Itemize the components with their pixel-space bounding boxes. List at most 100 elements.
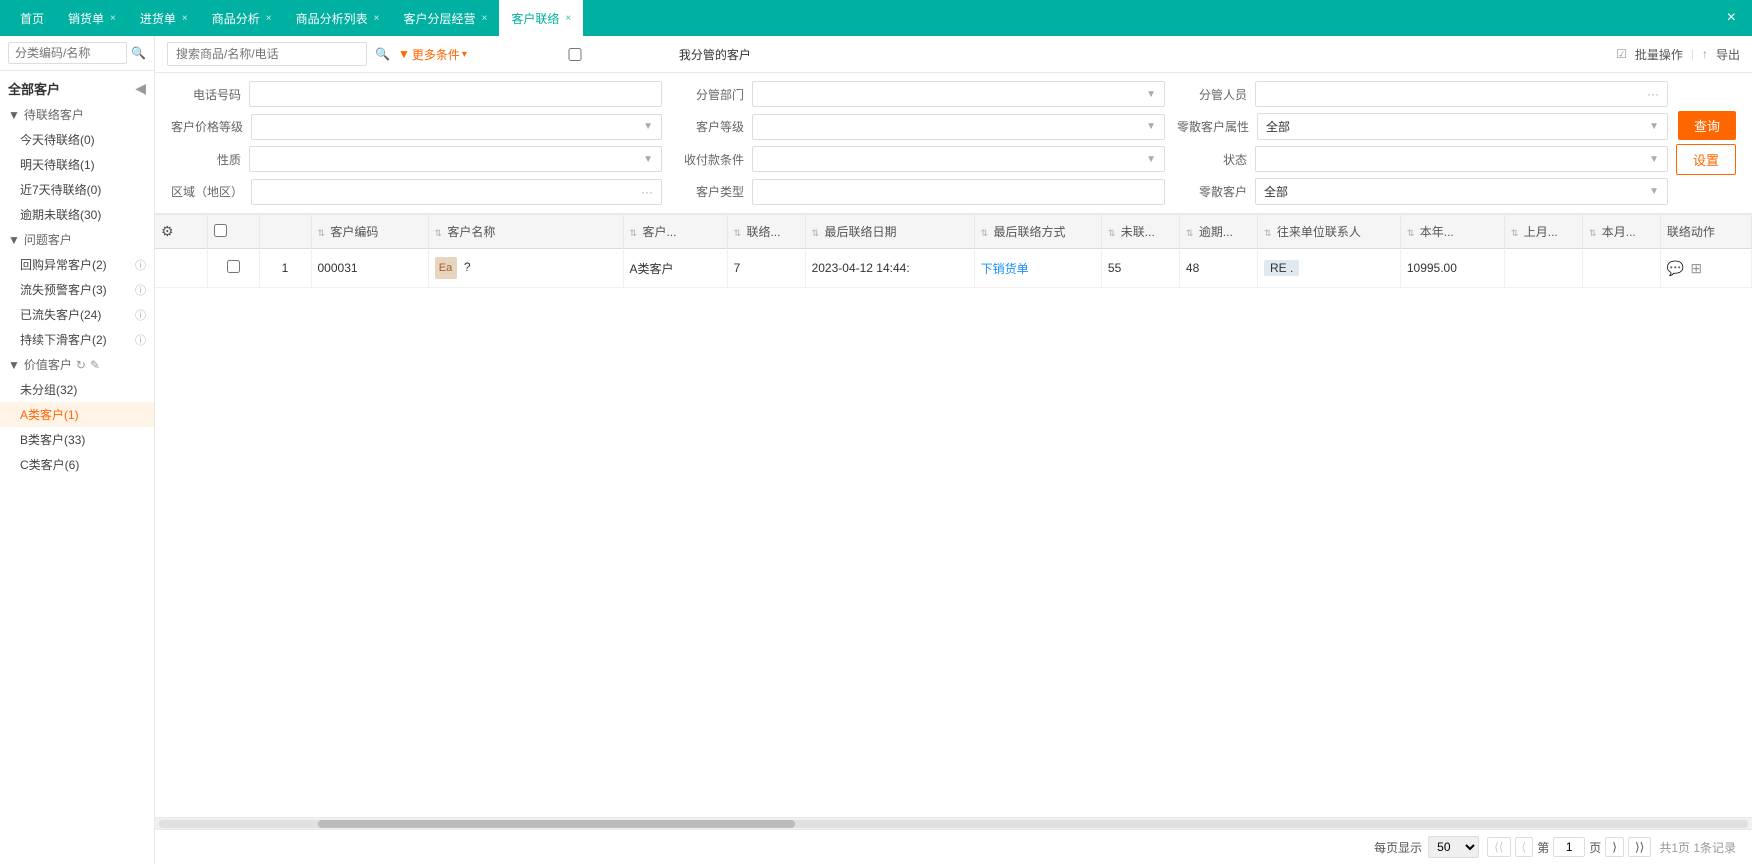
col-thisyear-header[interactable]: ⇅ 本年... <box>1400 215 1504 249</box>
my-customers-check[interactable] <box>475 48 675 61</box>
retail-attr-chevron-icon: ▼ <box>1649 121 1659 132</box>
per-page-container: 每页显示 50 100 200 <box>1374 836 1479 858</box>
sidebar-item-today[interactable]: 今天待联络(0) <box>0 127 154 152</box>
close-customer-contact-icon[interactable]: × <box>565 13 571 24</box>
sidebar-item-declining[interactable]: 持续下滑客户(2) ⓘ <box>0 327 154 352</box>
col-way-header[interactable]: ⇅ 最后联络方式 <box>974 215 1101 249</box>
close-all-button[interactable]: × <box>1719 9 1744 27</box>
sidebar-collapse-button[interactable]: ◀ <box>135 80 146 97</box>
per-page-select[interactable]: 50 100 200 <box>1428 836 1479 858</box>
horizontal-scrollbar[interactable] <box>155 817 1752 829</box>
row-last-way[interactable]: 下销货单 <box>981 262 1029 276</box>
row-overdue-days: 48 <box>1186 261 1199 275</box>
col-lastmonth-header[interactable]: ⇅ 上月... <box>1504 215 1582 249</box>
row-checkbox-cell[interactable] <box>207 249 259 288</box>
nature-select[interactable]: ▼ <box>249 146 662 172</box>
sidebar-section-value[interactable]: ▼ 价值客户 ↻ ✎ <box>0 352 154 377</box>
cust-level-select[interactable]: ▼ <box>752 114 1165 140</box>
cust-type-input[interactable] <box>752 179 1165 205</box>
close-analysis-icon[interactable]: × <box>266 13 272 24</box>
sidebar-item-lost[interactable]: 已流失客户(24) ⓘ <box>0 302 154 327</box>
value-arrow-icon: ▼ <box>8 358 20 372</box>
gear-icon[interactable]: ⚙ <box>161 223 174 239</box>
status-select[interactable]: ▼ <box>1255 146 1668 172</box>
page-input[interactable] <box>1553 837 1585 857</box>
payment-select[interactable]: ▼ <box>752 146 1165 172</box>
search-input[interactable] <box>167 42 367 66</box>
close-customer-seg-icon[interactable]: × <box>481 13 487 24</box>
col-overdue-header[interactable]: ⇅ 逾期... <box>1179 215 1257 249</box>
nature-chevron-icon: ▼ <box>643 154 653 165</box>
nav-sales[interactable]: 销货单 × <box>56 0 128 36</box>
col-name-header[interactable]: ⇅ 客户名称 <box>428 215 623 249</box>
col-select-all[interactable] <box>207 215 259 249</box>
sidebar-item-warning[interactable]: 流失预警客户(3) ⓘ <box>0 277 154 302</box>
value-section-label: 价值客户 <box>24 356 72 373</box>
col-gear[interactable]: ⚙ <box>155 215 207 249</box>
sidebar-item-overdue[interactable]: 逾期未联络(30) <box>0 202 154 227</box>
chat-icon[interactable]: 💬 <box>1667 260 1684 277</box>
value-refresh-icon[interactable]: ↻ <box>76 358 86 372</box>
close-sales-icon[interactable]: × <box>110 13 116 24</box>
col-contacts-header[interactable]: ⇅ 往来单位联系人 <box>1257 215 1400 249</box>
price-level-select[interactable]: ▼ <box>251 114 662 140</box>
row-this-year: 10995.00 <box>1407 261 1457 275</box>
col-type-header[interactable]: ⇅ 客户... <box>623 215 727 249</box>
sidebar-section-pending[interactable]: ▼ 待联络客户 <box>0 102 154 127</box>
nav-analysis[interactable]: 商品分析 × <box>200 0 284 36</box>
person-input[interactable]: ··· <box>1255 81 1668 107</box>
batch-op-button[interactable]: 批量操作 <box>1635 46 1683 63</box>
pending-arrow-icon: ▼ <box>8 108 20 122</box>
sidebar-item-abnormal[interactable]: 回购异常客户(2) ⓘ <box>0 252 154 277</box>
lost-label: 已流失客户(24) <box>20 306 101 323</box>
sidebar-item-ungroup[interactable]: 未分组(32) <box>0 377 154 402</box>
my-customers-checkbox[interactable]: 我分管的客户 <box>475 46 751 63</box>
sidebar-item-a-class[interactable]: A类客户(1) <box>0 402 154 427</box>
sidebar-section-problem[interactable]: ▼ 问题客户 <box>0 227 154 252</box>
setting-button[interactable]: 设置 <box>1676 144 1736 175</box>
dept-select[interactable]: ▼ <box>752 81 1165 107</box>
value-edit-icon[interactable]: ✎ <box>90 358 100 372</box>
person-ellipsis-icon: ··· <box>1647 87 1659 101</box>
col-code-header[interactable]: ⇅ 客户编码 <box>311 215 428 249</box>
more-conditions-button[interactable]: ▼ 更多条件 ▾ <box>398 46 467 63</box>
cust-type-label: 客户类型 <box>674 183 744 200</box>
nav-purchase[interactable]: 进货单 × <box>128 0 200 36</box>
sidebar-item-7days[interactable]: 近7天待联络(0) <box>0 177 154 202</box>
query-button[interactable]: 查询 <box>1678 111 1736 140</box>
first-page-button[interactable]: ⟨⟨ <box>1487 837 1510 857</box>
region-select[interactable]: ··· <box>251 179 662 205</box>
sidebar-search-icon[interactable]: 🔍 <box>131 46 146 60</box>
search-icon[interactable]: 🔍 <box>375 47 390 61</box>
col-thismonth-header[interactable]: ⇅ 本月... <box>1582 215 1660 249</box>
export-button[interactable]: 导出 <box>1716 46 1740 63</box>
col-date-header[interactable]: ⇅ 最后联络日期 <box>805 215 974 249</box>
retail-attr-select[interactable]: 全部 ▼ <box>1257 113 1668 140</box>
row-checkbox[interactable] <box>227 260 240 273</box>
phone-input[interactable] <box>249 81 662 107</box>
prev-page-button[interactable]: ⟨ <box>1515 837 1534 857</box>
next-page-button[interactable]: ⟩ <box>1605 837 1624 857</box>
nav-analysis-list[interactable]: 商品分析列表 × <box>284 0 392 36</box>
col-contact-header[interactable]: ⇅ 联络... <box>727 215 805 249</box>
sidebar-item-c-class[interactable]: C类客户(6) <box>0 452 154 477</box>
last-page-button[interactable]: ⟩⟩ <box>1628 837 1651 857</box>
nav-customer-contact[interactable]: 客户联络 × <box>499 0 583 36</box>
nav-home[interactable]: 首页 <box>8 0 56 36</box>
filter-nature: 性质 ▼ <box>171 146 662 172</box>
close-analysis-list-icon[interactable]: × <box>374 13 380 24</box>
close-purchase-icon[interactable]: × <box>182 13 188 24</box>
qr-icon[interactable]: ⊞ <box>1690 260 1702 277</box>
scrollbar-track[interactable] <box>159 820 1748 828</box>
row-gear-cell <box>155 249 207 288</box>
sidebar-item-tomorrow[interactable]: 明天待联络(1) <box>0 152 154 177</box>
scrollbar-thumb[interactable] <box>318 820 795 828</box>
retail-cust-label: 零散客户 <box>1177 183 1247 200</box>
sidebar-item-b-class[interactable]: B类客户(33) <box>0 427 154 452</box>
nav-customer-seg[interactable]: 客户分层经营 × <box>391 0 499 36</box>
row-name-cell: Ea ? <box>428 249 623 288</box>
retail-cust-select[interactable]: 全部 ▼ <box>1255 178 1668 205</box>
sidebar-search-input[interactable] <box>8 42 127 64</box>
col-unlink-header[interactable]: ⇅ 未联... <box>1101 215 1179 249</box>
select-all-checkbox[interactable] <box>214 224 227 237</box>
